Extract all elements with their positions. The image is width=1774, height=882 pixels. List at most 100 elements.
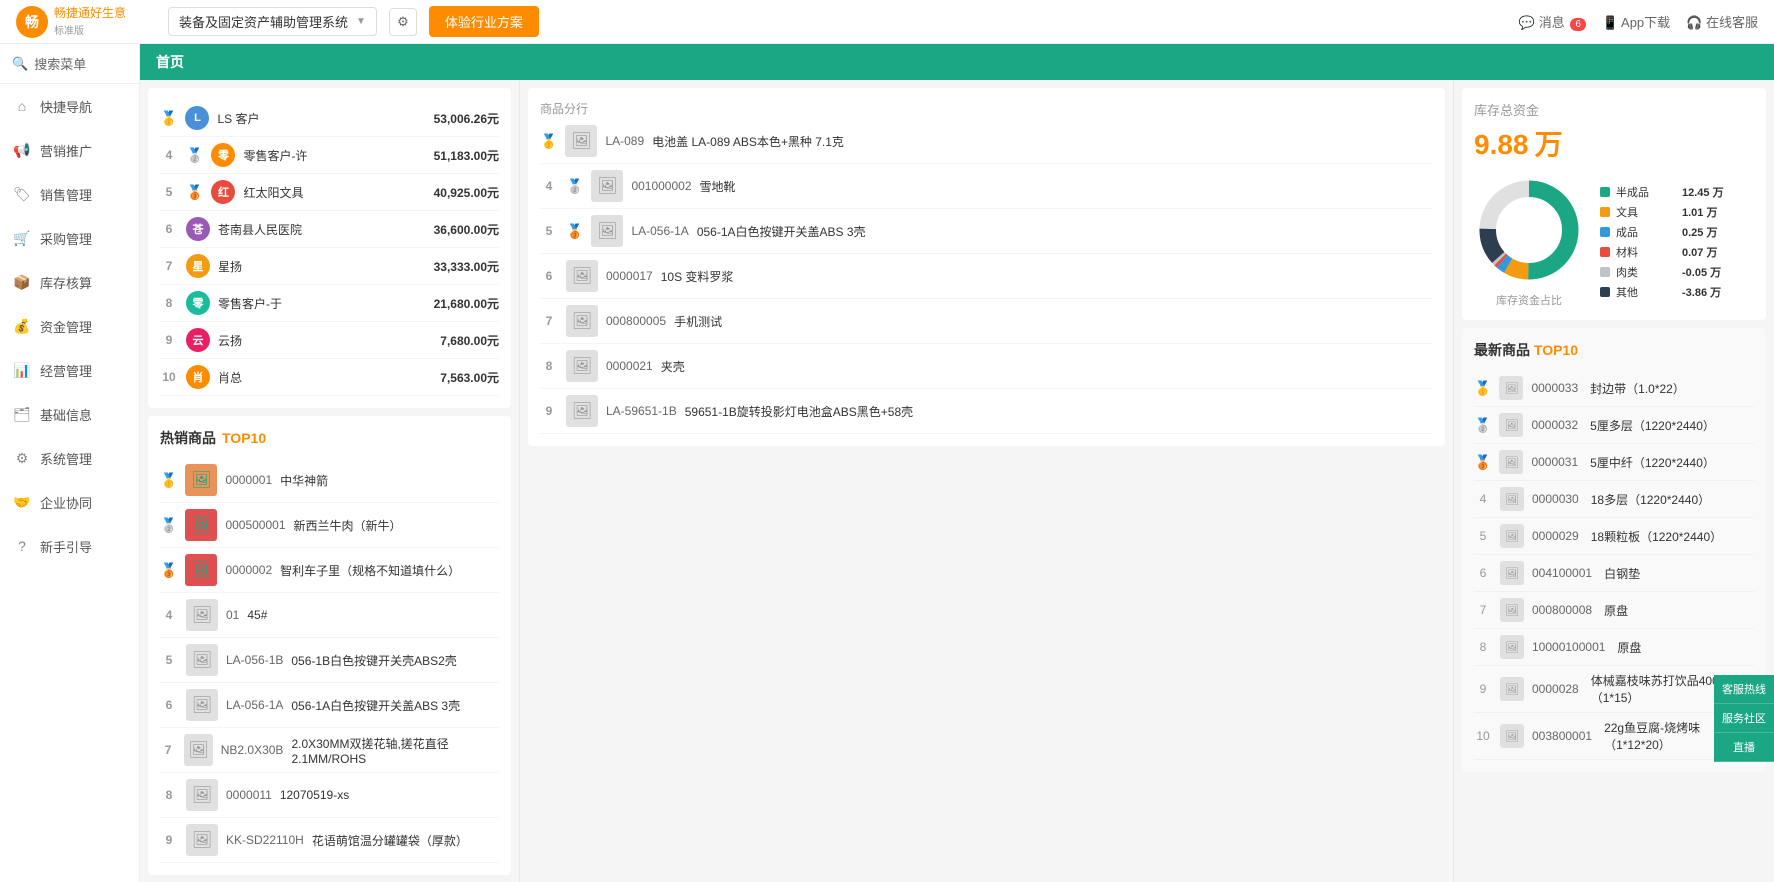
sidebar-item-finance[interactable]: 💰 资金管理	[0, 304, 139, 348]
product-name: 雪地靴	[700, 178, 736, 195]
trial-button[interactable]: 体验行业方案	[429, 6, 539, 37]
hot-products-section: 热销商品 TOP10 🥇 🖼 0000001 中华神箭 🥈 🖼 00050000…	[148, 416, 511, 875]
content-area: 首页 🥇 L LS 客户 53,006.26元 4 🥈 零	[140, 44, 1774, 882]
sidebar-item-enterprise[interactable]: 🤝 企业协同	[0, 480, 139, 524]
message-badge: 6	[1570, 18, 1586, 31]
product-code: 01	[226, 608, 239, 622]
product-name: 原盘	[1617, 639, 1754, 656]
legend-color	[1600, 187, 1610, 197]
product-code: 0000033	[1531, 381, 1578, 395]
product-code: 001000002	[631, 179, 691, 193]
customer-name: 星扬	[218, 258, 426, 275]
rank-number: 5	[160, 653, 178, 667]
product-code: 0000017	[606, 269, 653, 283]
breadcrumb: 首页	[140, 44, 1774, 80]
service-community-button[interactable]: 服务社区	[1714, 704, 1774, 733]
sidebar-item-marketing[interactable]: 📢 营销推广	[0, 128, 139, 172]
settings-icon[interactable]: ⚙	[389, 8, 417, 36]
hot-products-title: 热销商品 TOP10	[160, 428, 499, 448]
hot-products-label: 热销商品	[160, 428, 216, 448]
product-code: 0000032	[1531, 418, 1578, 432]
sales-icon: 🏷	[12, 184, 32, 204]
marketing-icon: 📢	[12, 140, 32, 160]
legend-item-other: 其他 -3.86 万	[1600, 284, 1724, 300]
middle-panel: 商品分行 🥇 🖼 LA-089 电池盖 LA-089 ABS本色+黑种 7.1克…	[520, 80, 1454, 882]
app-download-link[interactable]: 📱 App下载	[1602, 12, 1670, 31]
bronze-medal-icon: 🥉	[1474, 454, 1491, 471]
product-thumbnail: 🖼	[186, 689, 218, 721]
product-name: 智利车子里（规格不知道填什么）	[280, 562, 460, 579]
legend-label: 半成品	[1616, 184, 1676, 200]
search-menu-item[interactable]: 🔍 搜索菜单	[0, 44, 139, 84]
sidebar-item-quicknav[interactable]: ⌂ 快捷导航	[0, 84, 139, 128]
silver-medal-icon: 🥈	[1474, 417, 1491, 434]
info-icon: 🗂	[12, 404, 32, 424]
product-rank-6: 8 🖼 0000021 夹壳	[540, 344, 1433, 389]
rank-number: 9	[540, 404, 558, 418]
product-thumbnail: 🖼	[186, 824, 218, 856]
product-code: 003800001	[1532, 729, 1592, 743]
live-stream-button[interactable]: 直播	[1714, 733, 1774, 762]
rank-number: 6	[540, 269, 558, 283]
sidebar-item-basic-info[interactable]: 🗂 基础信息	[0, 392, 139, 436]
product-rank-4: 6 🖼 0000017 10S 变料罗浆	[540, 254, 1433, 299]
hot-product-1: 🥇 🖼 0000001 中华神箭	[160, 458, 499, 503]
new-product-6: 6 🖼 004100001 白钢垫	[1474, 555, 1754, 592]
legend-label: 文具	[1616, 204, 1676, 220]
product-thumbnail: 🖼	[1500, 598, 1524, 622]
rank-number: 6	[1474, 566, 1492, 580]
operations-icon: 📊	[12, 360, 32, 380]
legend-value: 12.45 万	[1682, 184, 1724, 200]
new-product-9: 9 🖼 0000028 体械嘉枝味苏打饮品400毫升（1*15）	[1474, 666, 1754, 713]
new-product-7: 7 🖼 000800008 原盘	[1474, 592, 1754, 629]
legend-value: -3.86 万	[1682, 284, 1721, 300]
product-name: 花语萌馆温分罐罐袋（厚款）	[312, 832, 468, 849]
message-link[interactable]: 💬 消息 6	[1519, 12, 1586, 31]
sidebar-item-purchase[interactable]: 🛒 采购管理	[0, 216, 139, 260]
customer-rank-5: 7 星 星扬 33,333.00元	[160, 248, 499, 285]
product-code: LA-59651-1B	[606, 404, 677, 418]
customer-service-hotline-button[interactable]: 客服热线	[1714, 675, 1774, 704]
inventory-amount: 9.88 万	[1474, 123, 1754, 163]
product-code: 0000031	[1531, 455, 1578, 469]
customer-rank-2: 4 🥈 零 零售客户-许 51,183.00元	[160, 137, 499, 174]
product-thumbnail: 🖼	[1500, 487, 1524, 511]
sidebar-item-inventory[interactable]: 📦 库存核算	[0, 260, 139, 304]
rank-number: 7	[160, 743, 176, 757]
gold-medal-icon: 🥇	[160, 472, 177, 489]
customer-amount: 40,925.00元	[434, 184, 499, 201]
product-rank-2: 4 🥈 🖼 001000002 雪地靴	[540, 164, 1433, 209]
product-thumbnail: 🖼	[1500, 724, 1524, 748]
product-thumbnail: 🖼	[1499, 413, 1523, 437]
customer-rank-7: 9 云 云扬 7,680.00元	[160, 322, 499, 359]
chevron-down-icon: ▼	[356, 16, 366, 27]
product-thumbnail: 🖼	[1500, 561, 1524, 585]
system-selector[interactable]: 装备及固定资产辅助管理系统 ▼	[168, 7, 377, 36]
logo-icon: 畅	[16, 6, 48, 38]
rank-number: 6	[160, 698, 178, 712]
legend-label: 材料	[1616, 244, 1676, 260]
new-product-10: 10 🖼 003800001 22g鱼豆腐-烧烤味（1*12*20）	[1474, 713, 1754, 760]
online-service-link[interactable]: 🎧 在线客服	[1686, 12, 1758, 31]
customer-amount: 21,680.00元	[434, 295, 499, 312]
product-code: LA-056-1A	[631, 224, 688, 238]
sidebar-item-system[interactable]: ⚙ 系统管理	[0, 436, 139, 480]
guide-icon: ?	[12, 536, 32, 556]
product-thumbnail: 🖼	[186, 644, 218, 676]
product-thumbnail: 🖼	[184, 734, 213, 766]
product-code: LA-089	[605, 134, 644, 148]
system-icon: ⚙	[12, 448, 32, 468]
sidebar-item-guide[interactable]: ? 新手引导	[0, 524, 139, 568]
rank-number: 8	[540, 359, 558, 373]
product-thumbnail: 🖼	[565, 125, 597, 157]
rank-number: 5	[1474, 529, 1492, 543]
product-thumbnail: 🖼	[566, 260, 598, 292]
sidebar-item-operations[interactable]: 📊 经营管理	[0, 348, 139, 392]
gold-medal-icon: 🥇	[160, 110, 177, 127]
sidebar-item-sales[interactable]: 🏷 销售管理	[0, 172, 139, 216]
customer-amount: 7,680.00元	[440, 332, 499, 349]
product-name: 056-1B白色按键开关壳ABS2壳	[291, 652, 456, 669]
legend-item-meat: 肉类 -0.05 万	[1600, 264, 1724, 280]
customer-name: 红太阳文具	[243, 184, 425, 201]
rank-number: 10	[160, 370, 178, 384]
